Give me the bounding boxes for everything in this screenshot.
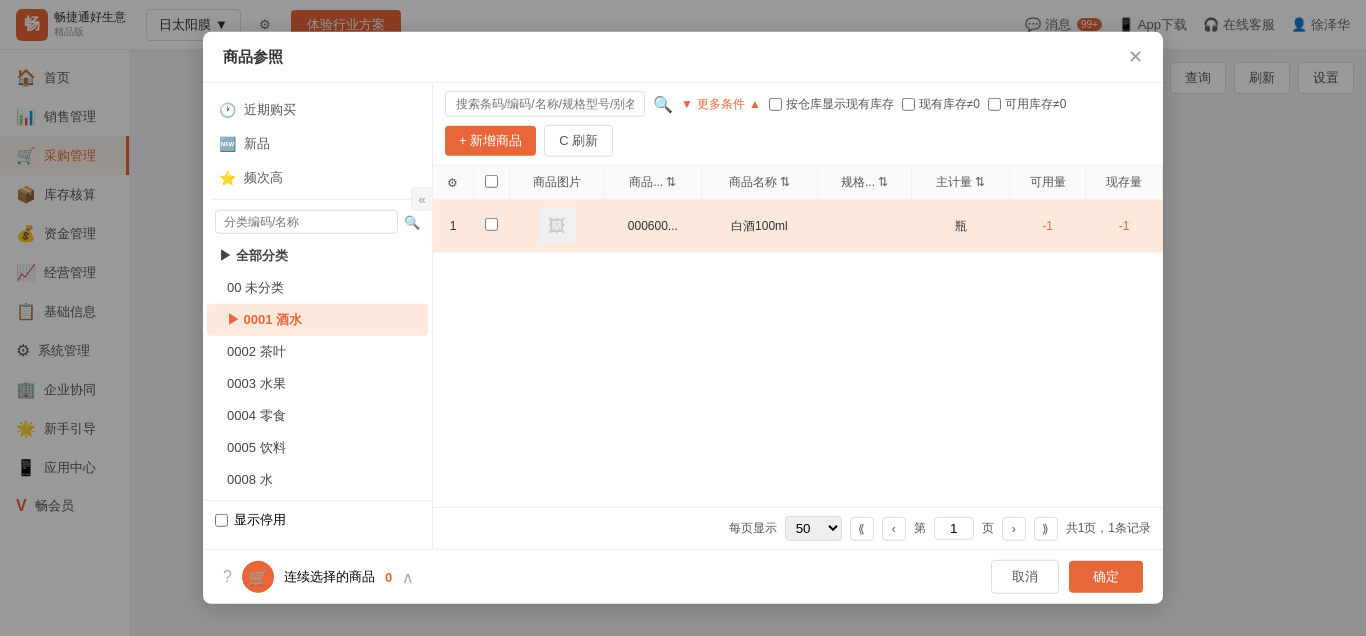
- first-page-btn[interactable]: ⟪: [850, 517, 874, 541]
- confirm-button[interactable]: 确定: [1069, 561, 1143, 593]
- product-reference-modal: 商品参照 ✕ 🕐 近期购买 🆕 新品 ⭐ 频次高: [203, 32, 1163, 604]
- col-unit[interactable]: 主计量 ⇅: [912, 166, 1009, 200]
- prev-page-btn[interactable]: ‹: [882, 517, 906, 541]
- selected-count: 0: [385, 570, 392, 585]
- modal-body: 🕐 近期购买 🆕 新品 ⭐ 频次高 « 🔍: [203, 83, 1163, 549]
- pagination-bar: 每页显示 50 10 20 100 ⟪ ‹ 第 页 › ⟫ 共1页，1条记录: [433, 507, 1163, 549]
- category-tea[interactable]: 0002 茶叶: [207, 336, 428, 368]
- row-spec: [818, 199, 912, 252]
- page-input[interactable]: [934, 517, 974, 540]
- category-liquor[interactable]: ▶ 0001 酒水: [207, 304, 428, 336]
- row-name: 白酒100ml: [701, 199, 817, 252]
- total-pages-label: 共1页，1条记录: [1066, 520, 1151, 537]
- category-snack[interactable]: 0004 零食: [207, 400, 428, 432]
- category-unclassified[interactable]: 00 未分类: [207, 272, 428, 304]
- more-filter-btn[interactable]: ▼ 更多条件 ▲: [681, 95, 761, 112]
- checkbox-current-stock[interactable]: 现有库存≠0: [902, 95, 980, 112]
- row-stock: -1: [1086, 199, 1163, 252]
- tab-frequent[interactable]: ⭐ 频次高: [203, 161, 432, 195]
- search-icon[interactable]: 🔍: [653, 94, 673, 113]
- collapse-selected-btn[interactable]: ∧: [402, 568, 414, 587]
- clock-icon: 🕐: [219, 102, 236, 118]
- category-all[interactable]: ▶ 全部分类: [207, 240, 428, 272]
- row-available: -1: [1009, 199, 1086, 252]
- tab-frequent-label: 频次高: [244, 169, 283, 187]
- modal-right-panel: 🔍 ▼ 更多条件 ▲ 按仓库显示现有库存 现有库存≠0 可用库存≠0: [433, 83, 1163, 549]
- category-search-input[interactable]: [215, 210, 398, 234]
- current-stock-label: 现有库存≠0: [919, 95, 980, 112]
- col-code[interactable]: 商品... ⇅: [604, 166, 701, 200]
- filter-icon: ▼: [681, 97, 693, 111]
- checkbox-available-stock[interactable]: 可用库存≠0: [988, 95, 1066, 112]
- category-list: ▶ 全部分类 00 未分类 ▶ 0001 酒水 0002 茶叶 0003 水果 …: [203, 240, 432, 500]
- modal-header: 商品参照 ✕: [203, 32, 1163, 83]
- warehouse-stock-label: 按仓库显示现有库存: [786, 95, 894, 112]
- cart-btn[interactable]: 🛒: [242, 561, 274, 593]
- col-name[interactable]: 商品名称 ⇅: [701, 166, 817, 200]
- col-spec[interactable]: 规格... ⇅: [818, 166, 912, 200]
- col-image: 商品图片: [509, 166, 604, 200]
- row-image: 🖼: [509, 199, 604, 252]
- selected-label: 连续选择的商品: [284, 568, 375, 586]
- row-index: 1: [433, 199, 473, 252]
- category-search-row: 🔍: [203, 204, 432, 240]
- row-unit: 瓶: [912, 199, 1009, 252]
- product-search-toolbar: 🔍 ▼ 更多条件 ▲ 按仓库显示现有库存 现有库存≠0 可用库存≠0: [433, 83, 1163, 166]
- modal-title: 商品参照: [223, 47, 283, 66]
- col-settings[interactable]: ⚙: [433, 166, 473, 200]
- available-stock-checkbox[interactable]: [988, 97, 1001, 110]
- table-body: 1 🖼 000600... 白酒100ml 瓶 -1 -1: [433, 199, 1163, 252]
- panel-collapse-btn[interactable]: «: [411, 187, 433, 211]
- category-beverage[interactable]: 0005 饮料: [207, 432, 428, 464]
- page-label: 第: [914, 520, 926, 537]
- refresh-btn[interactable]: C 刷新: [544, 125, 613, 157]
- product-search-input[interactable]: [445, 91, 645, 117]
- category-fruit[interactable]: 0003 水果: [207, 368, 428, 400]
- footer-left: ? 🛒 连续选择的商品 0 ∧: [223, 561, 981, 593]
- cart-icon: 🛒: [248, 568, 268, 587]
- col-available: 可用量: [1009, 166, 1086, 200]
- product-table: ⚙ 商品图片 商品... ⇅ 商品名称 ⇅ 规格... ⇅: [433, 166, 1163, 253]
- filter-label: 更多条件: [697, 95, 745, 112]
- col-checkbox: [473, 166, 509, 200]
- select-all-checkbox[interactable]: [485, 174, 498, 187]
- modal-left-panel: 🕐 近期购买 🆕 新品 ⭐ 频次高 « 🔍: [203, 83, 433, 549]
- table-row[interactable]: 1 🖼 000600... 白酒100ml 瓶 -1 -1: [433, 199, 1163, 252]
- left-panel-bottom: 显示停用: [203, 500, 432, 539]
- row-select-checkbox[interactable]: [485, 218, 498, 231]
- quick-filter-tabs: 🕐 近期购买 🆕 新品 ⭐ 频次高: [203, 93, 432, 195]
- row-checkbox[interactable]: [473, 199, 509, 252]
- table-header: ⚙ 商品图片 商品... ⇅ 商品名称 ⇅ 规格... ⇅: [433, 166, 1163, 200]
- available-stock-label: 可用库存≠0: [1005, 95, 1066, 112]
- category-water[interactable]: 0008 水: [207, 464, 428, 496]
- category-search-icon[interactable]: 🔍: [404, 214, 420, 229]
- page-suffix: 页: [982, 520, 994, 537]
- tab-new-products[interactable]: 🆕 新品: [203, 127, 432, 161]
- filter-up-icon: ▲: [749, 97, 761, 111]
- col-stock: 现存量: [1086, 166, 1163, 200]
- help-icon[interactable]: ?: [223, 568, 232, 586]
- product-table-wrapper: ⚙ 商品图片 商品... ⇅ 商品名称 ⇅ 规格... ⇅: [433, 166, 1163, 507]
- per-page-select[interactable]: 50 10 20 100: [785, 516, 842, 541]
- modal-footer: ? 🛒 连续选择的商品 0 ∧ 取消 确定: [203, 549, 1163, 604]
- row-code: 000600...: [604, 199, 701, 252]
- product-image: 🖼: [539, 208, 575, 244]
- tab-new-label: 新品: [244, 135, 270, 153]
- show-disabled-checkbox[interactable]: [215, 514, 228, 527]
- warehouse-stock-checkbox[interactable]: [769, 97, 782, 110]
- current-stock-checkbox[interactable]: [902, 97, 915, 110]
- modal-close-button[interactable]: ✕: [1128, 46, 1143, 68]
- next-page-btn[interactable]: ›: [1002, 517, 1026, 541]
- checkbox-warehouse-stock[interactable]: 按仓库显示现有库存: [769, 95, 894, 112]
- tab-recent-label: 近期购买: [244, 101, 296, 119]
- new-icon: 🆕: [219, 136, 236, 152]
- add-product-btn[interactable]: + 新增商品: [445, 126, 536, 156]
- star-icon: ⭐: [219, 170, 236, 186]
- per-page-label: 每页显示: [729, 520, 777, 537]
- cancel-button[interactable]: 取消: [991, 560, 1059, 594]
- show-disabled-label: 显示停用: [234, 511, 286, 529]
- last-page-btn[interactable]: ⟫: [1034, 517, 1058, 541]
- tab-recent-purchase[interactable]: 🕐 近期购买: [203, 93, 432, 127]
